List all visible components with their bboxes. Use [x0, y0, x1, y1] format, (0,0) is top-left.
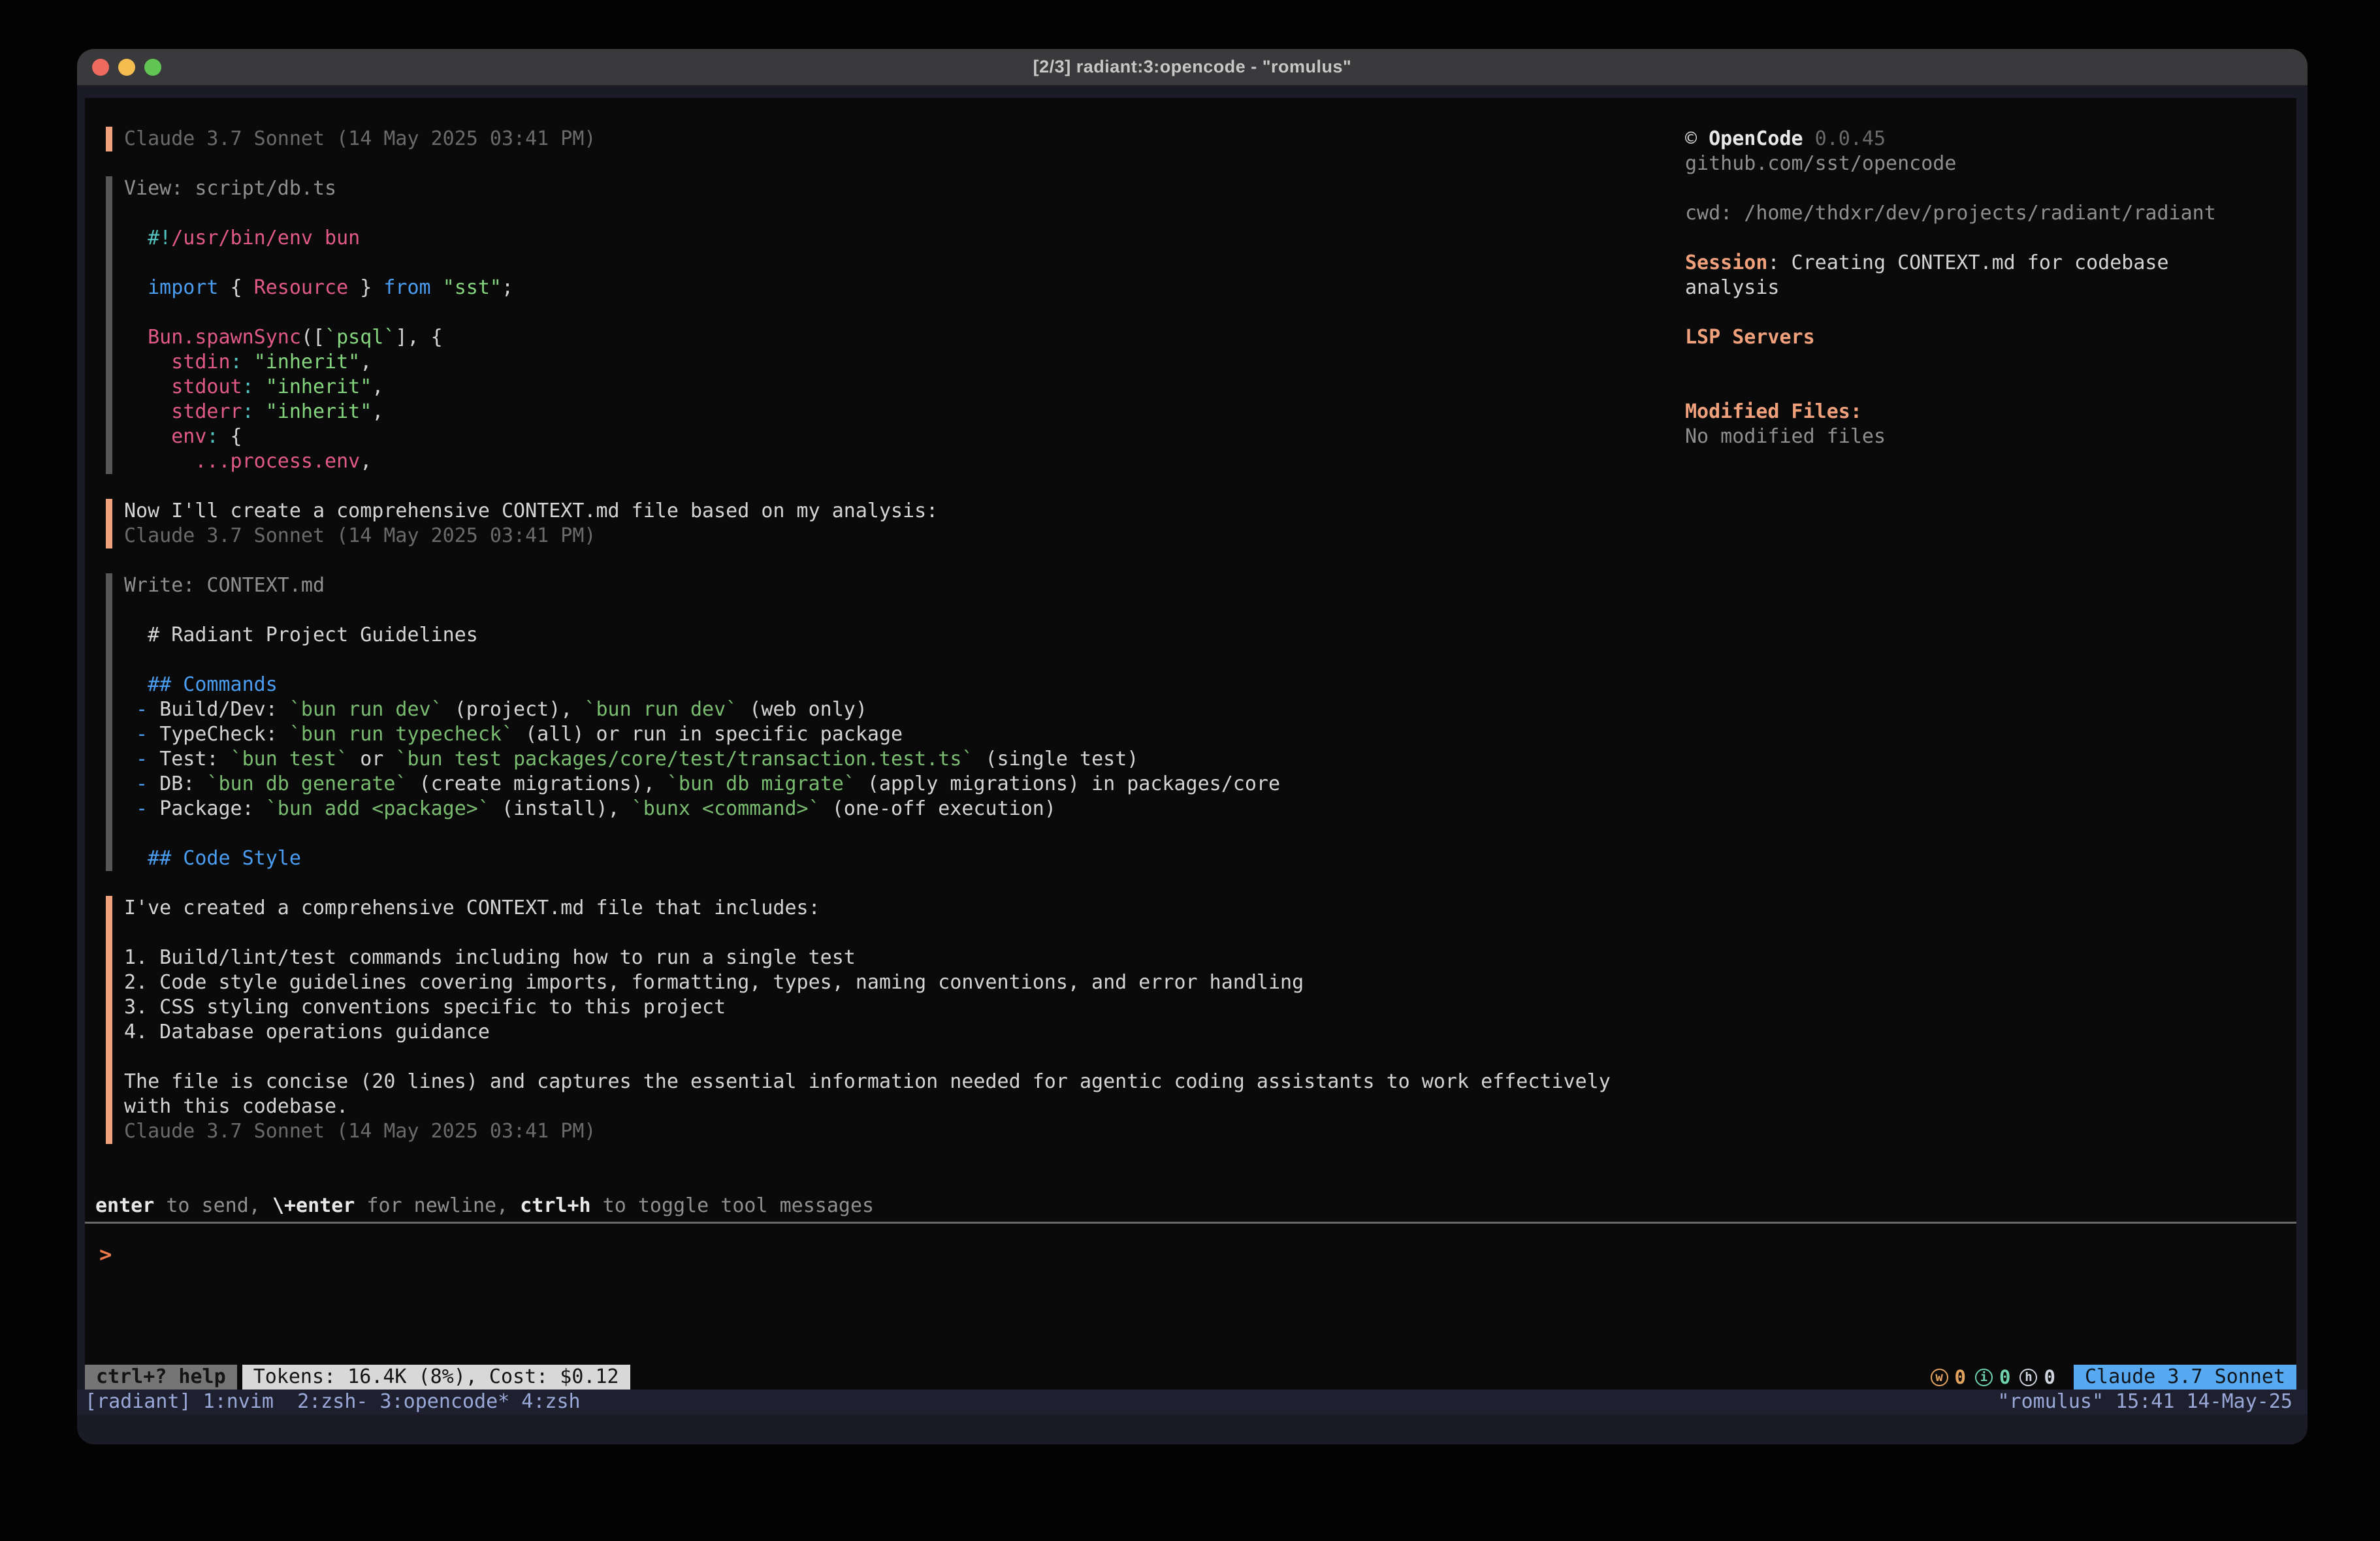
opencode-statusbar: ctrl+? help Tokens: 16.4K (8%), Cost: $0… — [85, 1365, 2296, 1390]
diagnostics-group: w 0 i 0 h 0 — [1931, 1365, 2055, 1390]
zoom-button-icon[interactable] — [144, 59, 161, 76]
tmux-host-clock: "romulus" 15:41 14-May-25 — [1997, 1390, 2292, 1414]
warning-count: 0 — [1955, 1365, 1966, 1390]
text-line: # Radiant Project Guidelines — [124, 623, 2296, 648]
text-line — [124, 598, 2296, 623]
hint-icon: h — [2019, 1369, 2037, 1386]
text-line: 3. CSS styling conventions specific to t… — [124, 995, 2296, 1020]
text-line: 1. Build/lint/test commands including ho… — [124, 945, 2296, 970]
help-chip[interactable]: ctrl+? help — [85, 1365, 237, 1390]
text-line: - Test: `bun test` or `bun test packages… — [124, 747, 2296, 772]
text-line: enter to send, \+enter for newline, ctrl… — [95, 1194, 2296, 1218]
prompt-input[interactable]: > — [99, 1242, 2296, 1267]
text-line: 4. Database operations guidance — [124, 1020, 2296, 1045]
message-block: Now I'll create a comprehensive CONTEXT.… — [106, 499, 2296, 548]
text-line: ...process.env, — [124, 449, 2296, 474]
statusbar-left: ctrl+? help Tokens: 16.4K (8%), Cost: $0… — [85, 1365, 630, 1390]
keybind-help: enter to send, \+enter for newline, ctrl… — [95, 1194, 2296, 1218]
text-line: github.com/sst/opencode — [1685, 151, 2292, 176]
text-line — [124, 821, 2296, 846]
message-block: I've created a comprehensive CONTEXT.md … — [106, 896, 2296, 1144]
text-line: © OpenCode 0.0.45 — [1685, 127, 2292, 151]
info-indicator: i 0 — [1975, 1365, 2010, 1390]
tmux-window-list[interactable]: [radiant] 1:nvim 2:zsh- 3:opencode* 4:zs… — [85, 1390, 581, 1414]
hint-indicator: h 0 — [2019, 1365, 2055, 1390]
tokens-cost-chip: Tokens: 16.4K (8%), Cost: $0.12 — [242, 1365, 630, 1390]
text-line: analysis — [1685, 276, 2292, 300]
text-line: Claude 3.7 Sonnet (14 May 2025 03:41 PM) — [124, 524, 2296, 548]
minimize-button-icon[interactable] — [118, 59, 135, 76]
text-line: with this codebase. — [124, 1094, 2296, 1119]
text-line: - TypeCheck: `bun run typecheck` (all) o… — [124, 722, 2296, 747]
model-badge[interactable]: Claude 3.7 Sonnet — [2074, 1365, 2296, 1390]
text-line: Write: CONTEXT.md — [124, 573, 2296, 598]
statusbar-right: w 0 i 0 h 0 Claude 3.7 Sonnet — [1931, 1365, 2296, 1390]
session-sidebar: © OpenCode 0.0.45github.com/sst/opencode… — [1685, 127, 2292, 449]
text-line — [1685, 176, 2292, 201]
window-title: [2/3] radiant:3:opencode - "romulus" — [1033, 57, 1352, 77]
tool-block-write: Write: CONTEXT.md # Radiant Project Guid… — [106, 573, 2296, 871]
close-button-icon[interactable] — [92, 59, 109, 76]
text-line: The file is concise (20 lines) and captu… — [124, 1070, 2296, 1094]
text-line: ## Commands — [124, 673, 2296, 697]
text-line: - DB: `bun db generate` (create migratio… — [124, 772, 2296, 797]
input-divider — [85, 1222, 2296, 1224]
text-line: No modified files — [1685, 424, 2292, 449]
text-line — [124, 1045, 2296, 1070]
text-line: LSP Servers — [1685, 325, 2292, 350]
text-line: cwd: /home/thdxr/dev/projects/radiant/ra… — [1685, 201, 2292, 226]
tmux-statusbar: [radiant] 1:nvim 2:zsh- 3:opencode* 4:zs… — [77, 1390, 2308, 1414]
text-line: Session: Creating CONTEXT.md for codebas… — [1685, 251, 2292, 276]
text-line — [124, 648, 2296, 673]
text-line — [1685, 375, 2292, 400]
text-line: I've created a comprehensive CONTEXT.md … — [124, 896, 2296, 921]
hint-count: 0 — [2044, 1365, 2055, 1390]
text-line: 2. Code style guidelines covering import… — [124, 970, 2296, 995]
text-line — [124, 921, 2296, 945]
text-line: Modified Files: — [1685, 400, 2292, 424]
warnings-indicator: w 0 — [1931, 1365, 1966, 1390]
text-line — [1685, 300, 2292, 325]
text-line: - Package: `bun add <package>` (install)… — [124, 797, 2296, 821]
window-titlebar[interactable]: [2/3] radiant:3:opencode - "romulus" — [77, 49, 2308, 86]
info-icon: i — [1975, 1369, 1993, 1386]
prompt-symbol-icon: > — [99, 1242, 112, 1267]
text-line: ## Code Style — [124, 846, 2296, 871]
text-line: Now I'll create a comprehensive CONTEXT.… — [124, 499, 2296, 524]
text-line — [1685, 350, 2292, 375]
text-line: - Build/Dev: `bun run dev` (project), `b… — [124, 697, 2296, 722]
info-count: 0 — [1999, 1365, 2010, 1390]
terminal-content: Claude 3.7 Sonnet (14 May 2025 03:41 PM)… — [85, 98, 2296, 1390]
text-line: Claude 3.7 Sonnet (14 May 2025 03:41 PM) — [124, 1119, 2296, 1144]
warning-icon: w — [1931, 1369, 1948, 1386]
window-controls — [92, 59, 161, 76]
terminal-window: [2/3] radiant:3:opencode - "romulus" Cla… — [77, 49, 2308, 1444]
text-line — [1685, 226, 2292, 251]
